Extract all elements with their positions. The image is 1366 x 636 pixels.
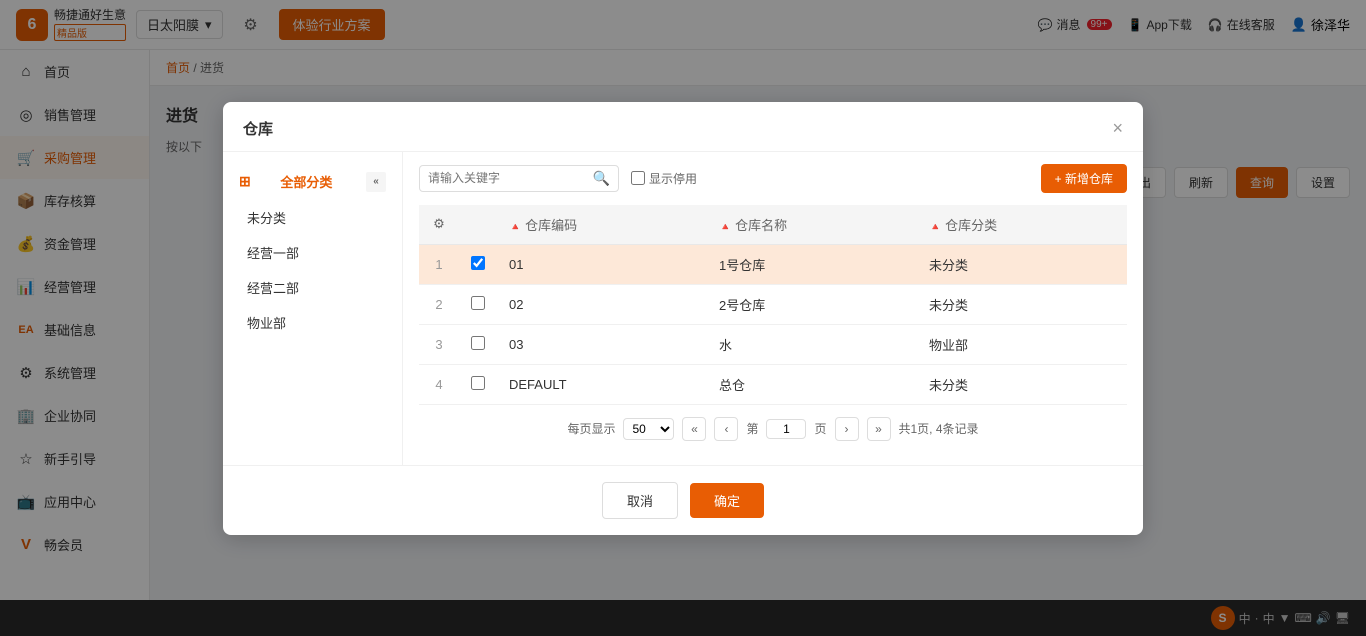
row-name-1: 1号仓库 xyxy=(707,244,917,284)
category-label-1: 经营一部 xyxy=(247,246,299,261)
prev-page-button[interactable]: ‹ xyxy=(714,417,738,441)
col-name-sort-icon: 🔺 xyxy=(719,222,731,233)
pagination: 每页显示 50 100 « ‹ 第 页 › » 共1页, 4条记录 xyxy=(419,405,1127,453)
row-code-4: DEFAULT xyxy=(497,364,707,404)
row-num-2: 2 xyxy=(419,284,459,324)
show-disabled-label: 显示停用 xyxy=(649,170,697,187)
category-item-2[interactable]: 经营二部 xyxy=(223,270,402,305)
collapse-button[interactable]: « xyxy=(366,172,386,192)
col-checkbox xyxy=(459,205,497,245)
cancel-button[interactable]: 取消 xyxy=(602,482,678,519)
row-name-2: 2号仓库 xyxy=(707,284,917,324)
row-code-3: 03 xyxy=(497,324,707,364)
search-box: 🔍 xyxy=(419,165,619,192)
search-input[interactable] xyxy=(428,171,593,185)
category-label-2: 经营二部 xyxy=(247,281,299,296)
category-label-3: 物业部 xyxy=(247,316,286,331)
per-page-label: 每页显示 xyxy=(567,420,615,437)
warehouse-dialog: 仓库 × ⊞ 全部分类 « 未分类 经营一部 经营二部 xyxy=(223,102,1143,535)
all-category-label: 全部分类 xyxy=(280,172,332,191)
table-row[interactable]: 2 02 2号仓库 未分类 xyxy=(419,284,1127,324)
category-item-1[interactable]: 经营一部 xyxy=(223,235,402,270)
dialog-footer: 取消 确定 xyxy=(223,465,1143,535)
row-category-3: 物业部 xyxy=(917,324,1127,364)
table-header: ⚙ 🔺 仓库编码 🔺 仓库名称 xyxy=(419,205,1127,245)
category-panel: ⊞ 全部分类 « 未分类 经营一部 经营二部 物业部 xyxy=(223,152,403,465)
row-num-1: 1 xyxy=(419,244,459,284)
table-row[interactable]: 4 DEFAULT 总仓 未分类 xyxy=(419,364,1127,404)
add-warehouse-button[interactable]: + 新增仓库 xyxy=(1041,164,1127,193)
row-checkbox-2[interactable] xyxy=(459,284,497,324)
table-container: ⚙ 🔺 仓库编码 🔺 仓库名称 xyxy=(419,205,1127,405)
total-records: 共1页, 4条记录 xyxy=(899,420,979,437)
table-panel: 🔍 显示停用 + 新增仓库 ⚙ xyxy=(403,152,1143,465)
row-code-2: 02 xyxy=(497,284,707,324)
next-page-button[interactable]: › xyxy=(835,417,859,441)
page-unit: 页 xyxy=(814,420,826,437)
dialog-overlay: 仓库 × ⊞ 全部分类 « 未分类 经营一部 经营二部 xyxy=(0,0,1366,636)
last-page-button[interactable]: » xyxy=(867,417,891,441)
per-page-select[interactable]: 50 100 xyxy=(623,418,674,440)
col-category-sort-icon: 🔺 xyxy=(929,222,941,233)
col-code: 🔺 仓库编码 xyxy=(497,205,707,245)
grid-icon: ⊞ xyxy=(239,173,251,190)
row-num-4: 4 xyxy=(419,364,459,404)
row-num-3: 3 xyxy=(419,324,459,364)
row-category-4: 未分类 xyxy=(917,364,1127,404)
category-label-0: 未分类 xyxy=(247,211,286,226)
dialog-title: 仓库 xyxy=(243,118,273,139)
page-number-input[interactable] xyxy=(766,419,806,439)
row-name-3: 水 xyxy=(707,324,917,364)
col-category: 🔺 仓库分类 xyxy=(917,205,1127,245)
dialog-body: ⊞ 全部分类 « 未分类 经营一部 经营二部 物业部 xyxy=(223,152,1143,465)
col-settings: ⚙ xyxy=(419,205,459,245)
first-page-button[interactable]: « xyxy=(682,417,706,441)
confirm-button[interactable]: 确定 xyxy=(690,483,764,518)
dialog-close-button[interactable]: × xyxy=(1112,118,1123,139)
table-body: 1 01 1号仓库 未分类 2 02 2号仓库 xyxy=(419,244,1127,404)
row-category-1: 未分类 xyxy=(917,244,1127,284)
category-item-0[interactable]: 未分类 xyxy=(223,200,402,235)
row-checkbox-1[interactable] xyxy=(459,244,497,284)
row-category-2: 未分类 xyxy=(917,284,1127,324)
row-code-1: 01 xyxy=(497,244,707,284)
dialog-header: 仓库 × xyxy=(223,102,1143,152)
table-row[interactable]: 3 03 水 物业部 xyxy=(419,324,1127,364)
category-item-3[interactable]: 物业部 xyxy=(223,305,402,340)
page-label: 第 xyxy=(746,420,758,437)
search-icon[interactable]: 🔍 xyxy=(593,170,610,187)
show-disabled-checkbox[interactable] xyxy=(631,171,645,185)
all-category-item[interactable]: ⊞ 全部分类 « xyxy=(223,164,402,200)
col-name: 🔺 仓库名称 xyxy=(707,205,917,245)
warehouse-table: ⚙ 🔺 仓库编码 🔺 仓库名称 xyxy=(419,205,1127,405)
table-row[interactable]: 1 01 1号仓库 未分类 xyxy=(419,244,1127,284)
table-toolbar: 🔍 显示停用 + 新增仓库 xyxy=(419,164,1127,193)
sort-icon: 🔺 xyxy=(509,222,521,233)
row-checkbox-4[interactable] xyxy=(459,364,497,404)
row-checkbox-3[interactable] xyxy=(459,324,497,364)
show-disabled-checkbox-group: 显示停用 xyxy=(631,170,697,187)
row-name-4: 总仓 xyxy=(707,364,917,404)
